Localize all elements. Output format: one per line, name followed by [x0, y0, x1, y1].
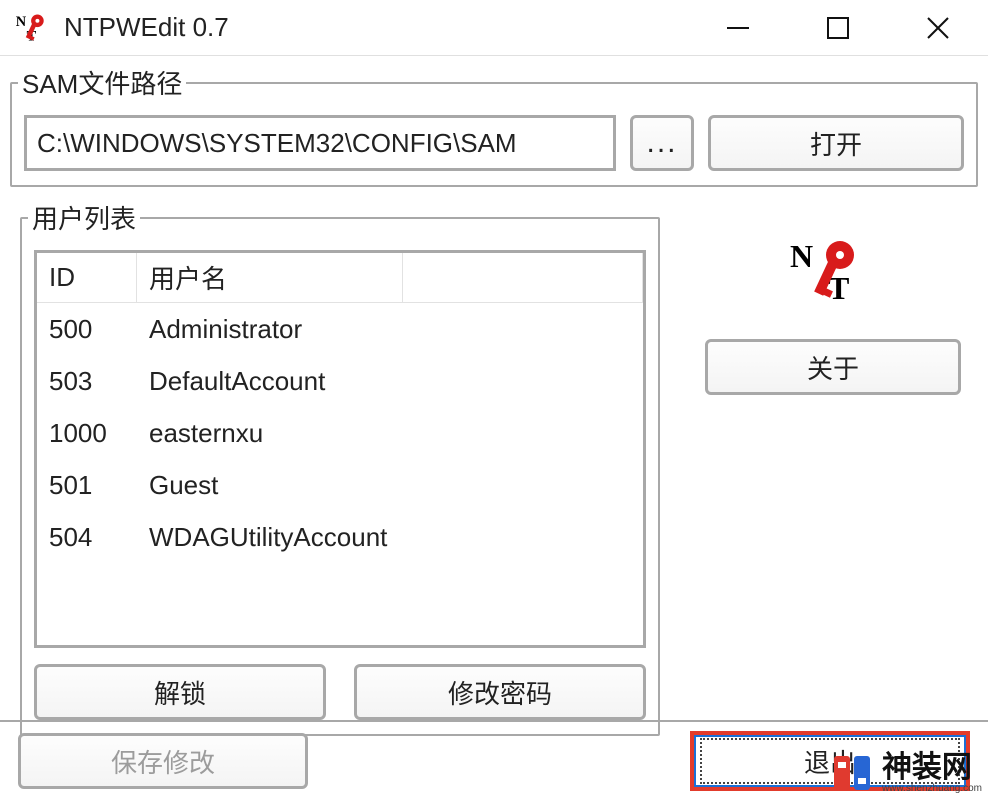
bottom-bar: 保存修改 退出	[0, 720, 988, 800]
minimize-button[interactable]	[688, 0, 788, 56]
maximize-button[interactable]	[788, 0, 888, 56]
user-id: 504	[37, 522, 137, 553]
exit-button[interactable]: 退出	[700, 738, 960, 784]
sam-path-input[interactable]	[24, 115, 616, 171]
user-name: DefaultAccount	[137, 366, 643, 397]
about-button[interactable]: 关于	[705, 339, 961, 395]
user-list[interactable]: ID 用户名 500 Administrator 503 DefaultAcco…	[34, 250, 646, 648]
user-name: Guest	[137, 470, 643, 501]
col-header-spacer	[403, 253, 643, 302]
user-row[interactable]: 504 WDAGUtilityAccount	[37, 511, 643, 563]
browse-button[interactable]: ...	[630, 115, 694, 171]
user-list-group: 用户列表 ID 用户名 500 Administrator 503 Defaul…	[20, 199, 660, 736]
titlebar: N T NTPWEdit 0.7	[0, 0, 988, 56]
app-logo-icon: N T	[788, 233, 878, 309]
user-id: 501	[37, 470, 137, 501]
user-id: 1000	[37, 418, 137, 449]
user-name: WDAGUtilityAccount	[137, 522, 643, 553]
save-changes-button[interactable]: 保存修改	[18, 733, 308, 789]
unlock-button[interactable]: 解锁	[34, 664, 326, 720]
user-list-header: ID 用户名	[37, 253, 643, 303]
sam-path-legend: SAM文件路径	[18, 64, 186, 101]
sam-path-group: SAM文件路径 ... 打开	[10, 64, 978, 187]
svg-text:N: N	[790, 238, 813, 274]
user-row[interactable]: 1000 easternxu	[37, 407, 643, 459]
change-password-button[interactable]: 修改密码	[354, 664, 646, 720]
window-title: NTPWEdit 0.7	[64, 12, 688, 43]
user-row[interactable]: 503 DefaultAccount	[37, 355, 643, 407]
user-row[interactable]: 501 Guest	[37, 459, 643, 511]
open-button[interactable]: 打开	[708, 115, 964, 171]
user-id: 500	[37, 314, 137, 345]
user-name: Administrator	[137, 314, 643, 345]
col-header-id[interactable]: ID	[37, 253, 137, 302]
close-button[interactable]	[888, 0, 988, 56]
user-id: 503	[37, 366, 137, 397]
user-row[interactable]: 500 Administrator	[37, 303, 643, 355]
user-list-legend: 用户列表	[28, 199, 140, 236]
svg-text:N: N	[16, 14, 27, 30]
app-key-icon: N T	[12, 8, 52, 48]
col-header-name[interactable]: 用户名	[137, 253, 403, 302]
exit-highlight: 退出	[690, 731, 970, 791]
user-name: easternxu	[137, 418, 643, 449]
